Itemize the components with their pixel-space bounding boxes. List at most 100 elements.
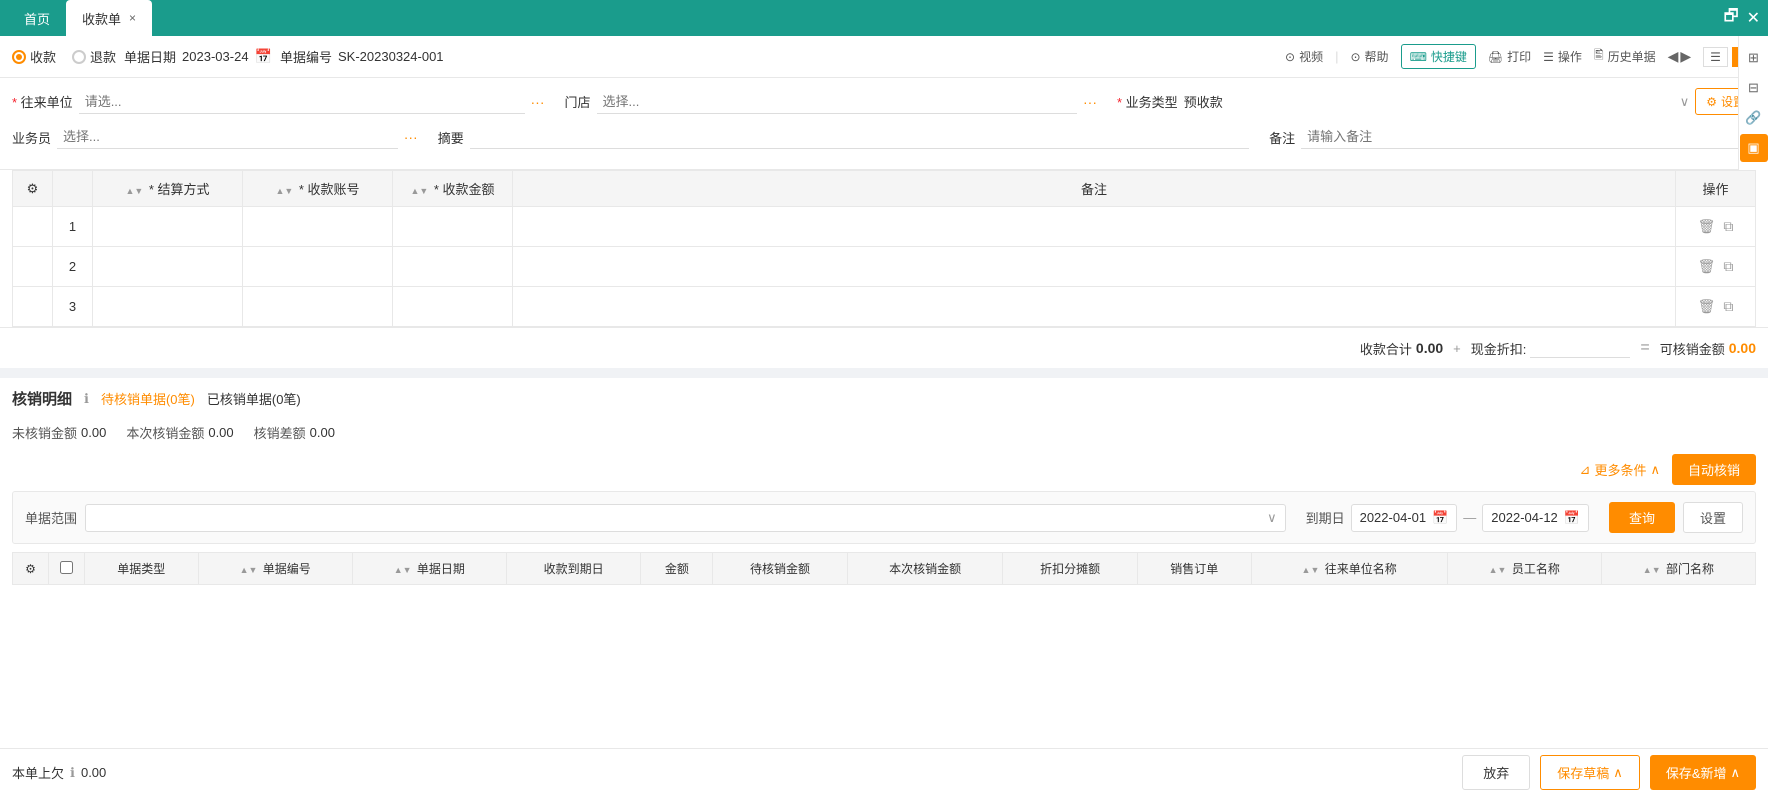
- row2-remark[interactable]: [513, 247, 1676, 287]
- row3-settlement[interactable]: [93, 287, 243, 327]
- abandon-label: 放弃: [1483, 766, 1509, 781]
- table-settings-icon: ⚙: [27, 181, 39, 196]
- range-select[interactable]: ∨: [85, 504, 1286, 532]
- right-panel-btn1[interactable]: ⊞: [1740, 44, 1768, 72]
- calendar-icon[interactable]: 📅: [255, 48, 272, 65]
- row1-settlement[interactable]: [93, 207, 243, 247]
- right-panel-btn3[interactable]: 🔗: [1740, 104, 1768, 132]
- verification-section: 核销明细 ℹ 待核销单据(0笔) 已核销单据(0笔) 未核销金额 0.00 本次…: [0, 378, 1768, 595]
- radio-refund[interactable]: 退款: [72, 47, 116, 66]
- row3-remark[interactable]: [513, 287, 1676, 327]
- row1-settings: [13, 207, 53, 247]
- window-restore-icon[interactable]: 🗗: [1724, 5, 1739, 32]
- save-new-btn[interactable]: 保存&新增 ∧: [1650, 755, 1756, 790]
- video-btn[interactable]: ⊙ 视频: [1285, 48, 1323, 65]
- bt-dept-header: ▲▼ 部门名称: [1601, 553, 1755, 585]
- table-settings-header[interactable]: ⚙: [13, 171, 53, 207]
- row2-account[interactable]: [243, 247, 393, 287]
- row1-amount[interactable]: [393, 207, 513, 247]
- help-icon: ⊙: [1350, 50, 1360, 64]
- number-label: 单据编号: [280, 47, 332, 66]
- bt-settings-header[interactable]: ⚙: [13, 553, 49, 585]
- store-input[interactable]: [597, 90, 1077, 114]
- row1-num: 1: [53, 207, 93, 247]
- query-btn[interactable]: 查询: [1609, 502, 1675, 533]
- bottom-info-icon[interactable]: ℹ: [70, 765, 75, 781]
- remark-input[interactable]: [1301, 125, 1756, 149]
- row1-delete-icon[interactable]: 🗑: [1698, 218, 1716, 235]
- bt-amount-label: 金额: [665, 562, 689, 576]
- more-filter-btn[interactable]: ⊿ 更多条件 ∧: [1580, 460, 1660, 479]
- number-value[interactable]: SK-20230324-001: [338, 49, 444, 64]
- view-list-btn[interactable]: ☰: [1703, 47, 1728, 67]
- tab-home[interactable]: 首页: [8, 0, 66, 36]
- discount-input[interactable]: [1530, 338, 1630, 358]
- shortcut-btn[interactable]: ⌨ 快捷键: [1401, 44, 1476, 69]
- row3-delete-icon[interactable]: 🗑: [1698, 298, 1716, 315]
- table-row: 2 🗑 ⧉: [13, 247, 1756, 287]
- verified-link[interactable]: 已核销单据(0笔): [207, 389, 301, 408]
- sum-equals: =: [1640, 339, 1649, 357]
- business-type-arrow[interactable]: ∨: [1680, 94, 1690, 110]
- auto-verify-btn[interactable]: 自动核销: [1672, 454, 1756, 485]
- pending-link[interactable]: 待核销单据(0笔): [101, 389, 195, 408]
- row3-account[interactable]: [243, 287, 393, 327]
- right-panel-btn4[interactable]: ▣: [1740, 134, 1768, 162]
- video-label: 视频: [1299, 48, 1323, 65]
- row2-amount[interactable]: [393, 247, 513, 287]
- counterpart-ellipsis[interactable]: ···: [531, 94, 545, 110]
- abandon-btn[interactable]: 放弃: [1462, 755, 1530, 790]
- row2-settings: [13, 247, 53, 287]
- date-value[interactable]: 2023-03-24: [182, 49, 249, 64]
- discount-sum-label: 现金折扣:: [1471, 339, 1527, 358]
- bt-checkbox-header[interactable]: [49, 553, 85, 585]
- history-btn[interactable]: 🖺 历史单据: [1594, 46, 1656, 67]
- right-panel-icon4: ▣: [1747, 140, 1759, 156]
- date-label: 单据日期: [124, 47, 176, 66]
- row3-amount[interactable]: [393, 287, 513, 327]
- date-end-input[interactable]: 2022-04-12 📅: [1482, 504, 1589, 532]
- more-filter-chevron: ∧: [1650, 462, 1660, 478]
- save-draft-btn[interactable]: 保存草稿 ∧: [1540, 755, 1640, 790]
- row1-account[interactable]: [243, 207, 393, 247]
- radio-receipt[interactable]: 收款: [12, 47, 56, 66]
- settings-btn2[interactable]: 设置: [1683, 502, 1743, 533]
- date-separator: —: [1463, 510, 1476, 525]
- right-panel-btn2[interactable]: ⊟: [1740, 74, 1768, 102]
- range-label: 单据范围: [25, 508, 77, 527]
- prev-arrow[interactable]: ◀: [1668, 48, 1679, 65]
- staff-ellipsis[interactable]: ···: [404, 129, 418, 145]
- form-section: 往来单位 ··· 门店 ··· 业务类型 预收款 ∨ ⚙ 设置: [0, 78, 1768, 170]
- counterpart-input[interactable]: [79, 90, 525, 114]
- staff-input[interactable]: [57, 125, 398, 149]
- bt-select-all[interactable]: [60, 561, 73, 574]
- action-btn[interactable]: ☰ 操作: [1543, 48, 1582, 65]
- available-sum-item: 可核销金额 0.00: [1660, 339, 1756, 358]
- print-btn[interactable]: 🖨 打印: [1488, 48, 1531, 65]
- tab-close-icon[interactable]: ×: [129, 11, 136, 25]
- toolbar-right: ⊙ 视频 | ⊙ 帮助 ⌨ 快捷键 🖨 打印 ☰ 操作 🖺 历史单据: [1285, 44, 1756, 69]
- calendar-icon-start: 📅: [1432, 510, 1448, 526]
- row1-copy-icon[interactable]: ⧉: [1723, 218, 1733, 235]
- window-close-icon[interactable]: ✕: [1747, 8, 1760, 28]
- help-btn[interactable]: ⊙ 帮助: [1350, 48, 1388, 65]
- tab-receipt[interactable]: 收款单 ×: [66, 0, 152, 36]
- date-start-input[interactable]: 2022-04-01 📅: [1351, 504, 1458, 532]
- radio-refund-label: 退款: [90, 47, 116, 66]
- row1-remark[interactable]: [513, 207, 1676, 247]
- row2-settlement[interactable]: [93, 247, 243, 287]
- store-ellipsis[interactable]: ···: [1083, 94, 1097, 110]
- row3-copy-icon[interactable]: ⧉: [1723, 298, 1733, 315]
- more-filter-label: 更多条件: [1594, 460, 1646, 479]
- row2-num: 2: [53, 247, 93, 287]
- row2-copy-icon[interactable]: ⧉: [1723, 258, 1733, 275]
- summary-input[interactable]: [470, 125, 1249, 149]
- table-action-header: 操作: [1676, 171, 1756, 207]
- verification-info-icon[interactable]: ℹ: [84, 391, 89, 407]
- settings-label2: 设置: [1700, 511, 1726, 526]
- row2-delete-icon[interactable]: 🗑: [1698, 258, 1716, 275]
- action-label-header: 操作: [1702, 182, 1728, 197]
- range-field: 单据范围 ∨: [25, 504, 1286, 532]
- tab-bar: 首页 收款单 × 🗗 ✕: [0, 0, 1768, 36]
- next-arrow[interactable]: ▶: [1680, 48, 1691, 65]
